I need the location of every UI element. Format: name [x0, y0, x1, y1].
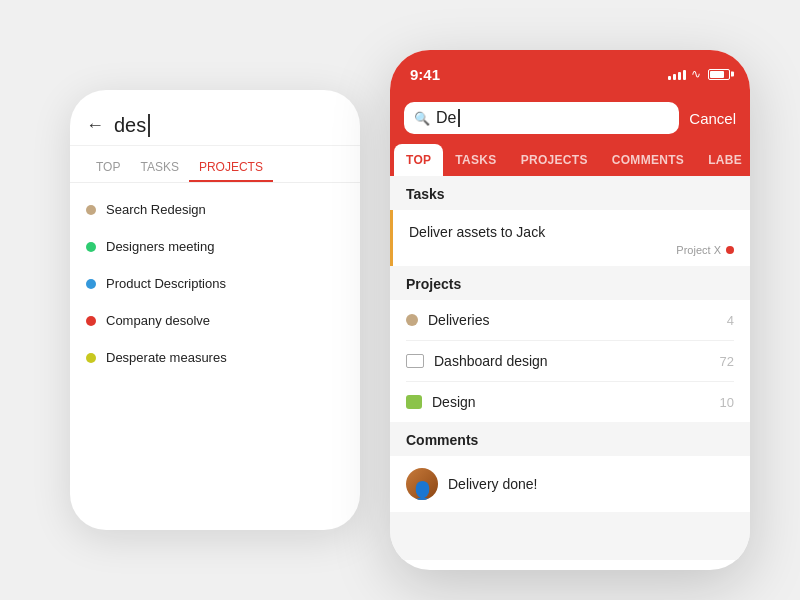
project-color-dot	[86, 353, 96, 363]
signal-bar-3	[678, 72, 681, 80]
front-content: Tasks Deliver assets to Jack Project X P…	[390, 176, 750, 560]
back-search-bar: ← des	[70, 106, 360, 146]
front-search-box[interactable]: 🔍 De	[404, 102, 679, 134]
back-tab-projects[interactable]: PROJECTS	[189, 150, 273, 182]
signal-bar-2	[673, 74, 676, 80]
back-tab-tasks[interactable]: TASKS	[130, 150, 188, 182]
task-meta: Project X	[409, 244, 734, 256]
search-icon: 🔍	[414, 111, 430, 126]
front-tab-tasks[interactable]: TASKS	[443, 144, 508, 176]
back-list-item[interactable]: Product Descriptions	[70, 265, 360, 302]
project-dot-deliveries	[406, 314, 418, 326]
project-label: Search Redesign	[106, 202, 206, 217]
front-filter-tabs: TOP TASKS PROJECTS COMMENTS LABE	[390, 144, 750, 176]
project-count-deliveries: 4	[727, 313, 734, 328]
avatar: 👤	[406, 468, 438, 500]
project-label: Product Descriptions	[106, 276, 226, 291]
front-tab-comments[interactable]: COMMENTS	[600, 144, 696, 176]
project-color-dot	[86, 205, 96, 215]
status-icons: ∿	[668, 67, 730, 81]
back-arrow-icon[interactable]: ←	[86, 115, 104, 136]
project-name-design: Design	[432, 394, 710, 410]
status-time: 9:41	[410, 66, 440, 83]
project-count-dashboard: 72	[720, 354, 734, 369]
task-title: Deliver assets to Jack	[409, 224, 734, 240]
project-icon-dashboard	[406, 354, 424, 368]
project-color-dot	[86, 279, 96, 289]
project-item-dashboard[interactable]: Dashboard design 72	[390, 341, 750, 381]
comments-section-header: Comments	[390, 422, 750, 456]
project-label: Designers meeting	[106, 239, 214, 254]
back-list-item[interactable]: Company desolve	[70, 302, 360, 339]
project-label: Company desolve	[106, 313, 210, 328]
front-tab-labels[interactable]: LABE	[696, 144, 750, 176]
comment-text: Delivery done!	[448, 476, 538, 492]
front-tab-projects[interactable]: PROJECTS	[509, 144, 600, 176]
project-color-dot	[86, 242, 96, 252]
project-icon-design	[406, 395, 422, 409]
signal-bar-1	[668, 76, 671, 80]
front-phone: 9:41 ∿ 🔍 De Cancel	[390, 50, 750, 570]
front-search-input[interactable]: De	[436, 109, 460, 127]
front-search-area: 🔍 De Cancel	[390, 94, 750, 144]
tasks-card: Deliver assets to Jack Project X	[390, 210, 750, 266]
project-count-design: 10	[720, 395, 734, 410]
projects-section-header: Projects	[390, 266, 750, 300]
back-tabs: TOP TASKS PROJECTS	[70, 150, 360, 183]
avatar-icon: 👤	[410, 482, 435, 500]
battery-fill	[710, 71, 724, 78]
signal-bars-icon	[668, 68, 686, 80]
comments-card: 👤 Delivery done!	[390, 456, 750, 512]
project-name-deliveries: Deliveries	[428, 312, 717, 328]
wifi-icon: ∿	[691, 67, 701, 81]
back-list-item[interactable]: Desperate measures	[70, 339, 360, 376]
back-list-item[interactable]: Designers meeting	[70, 228, 360, 265]
cancel-button[interactable]: Cancel	[689, 110, 736, 127]
back-list-item[interactable]: Search Redesign	[70, 191, 360, 228]
back-search-text[interactable]: des	[114, 114, 150, 137]
task-project-dot	[726, 246, 734, 254]
projects-card: Deliveries 4 Dashboard design 72 Design …	[390, 300, 750, 422]
project-item-deliveries[interactable]: Deliveries 4	[390, 300, 750, 340]
signal-bar-4	[683, 70, 686, 80]
back-tab-top[interactable]: TOP	[86, 150, 130, 182]
project-name-dashboard: Dashboard design	[434, 353, 710, 369]
back-project-list: Search Redesign Designers meeting Produc…	[70, 183, 360, 384]
status-bar: 9:41 ∿	[390, 50, 750, 94]
project-color-dot	[86, 316, 96, 326]
comment-item-1[interactable]: 👤 Delivery done!	[390, 456, 750, 512]
task-item-1[interactable]: Deliver assets to Jack Project X	[390, 210, 750, 266]
project-label: Desperate measures	[106, 350, 227, 365]
front-tab-top[interactable]: TOP	[394, 144, 443, 176]
tasks-section-header: Tasks	[390, 176, 750, 210]
project-item-design[interactable]: Design 10	[390, 382, 750, 422]
battery-icon	[708, 69, 730, 80]
back-phone: ← des TOP TASKS PROJECTS Search Redesign…	[70, 90, 360, 530]
task-project-label: Project X	[676, 244, 721, 256]
